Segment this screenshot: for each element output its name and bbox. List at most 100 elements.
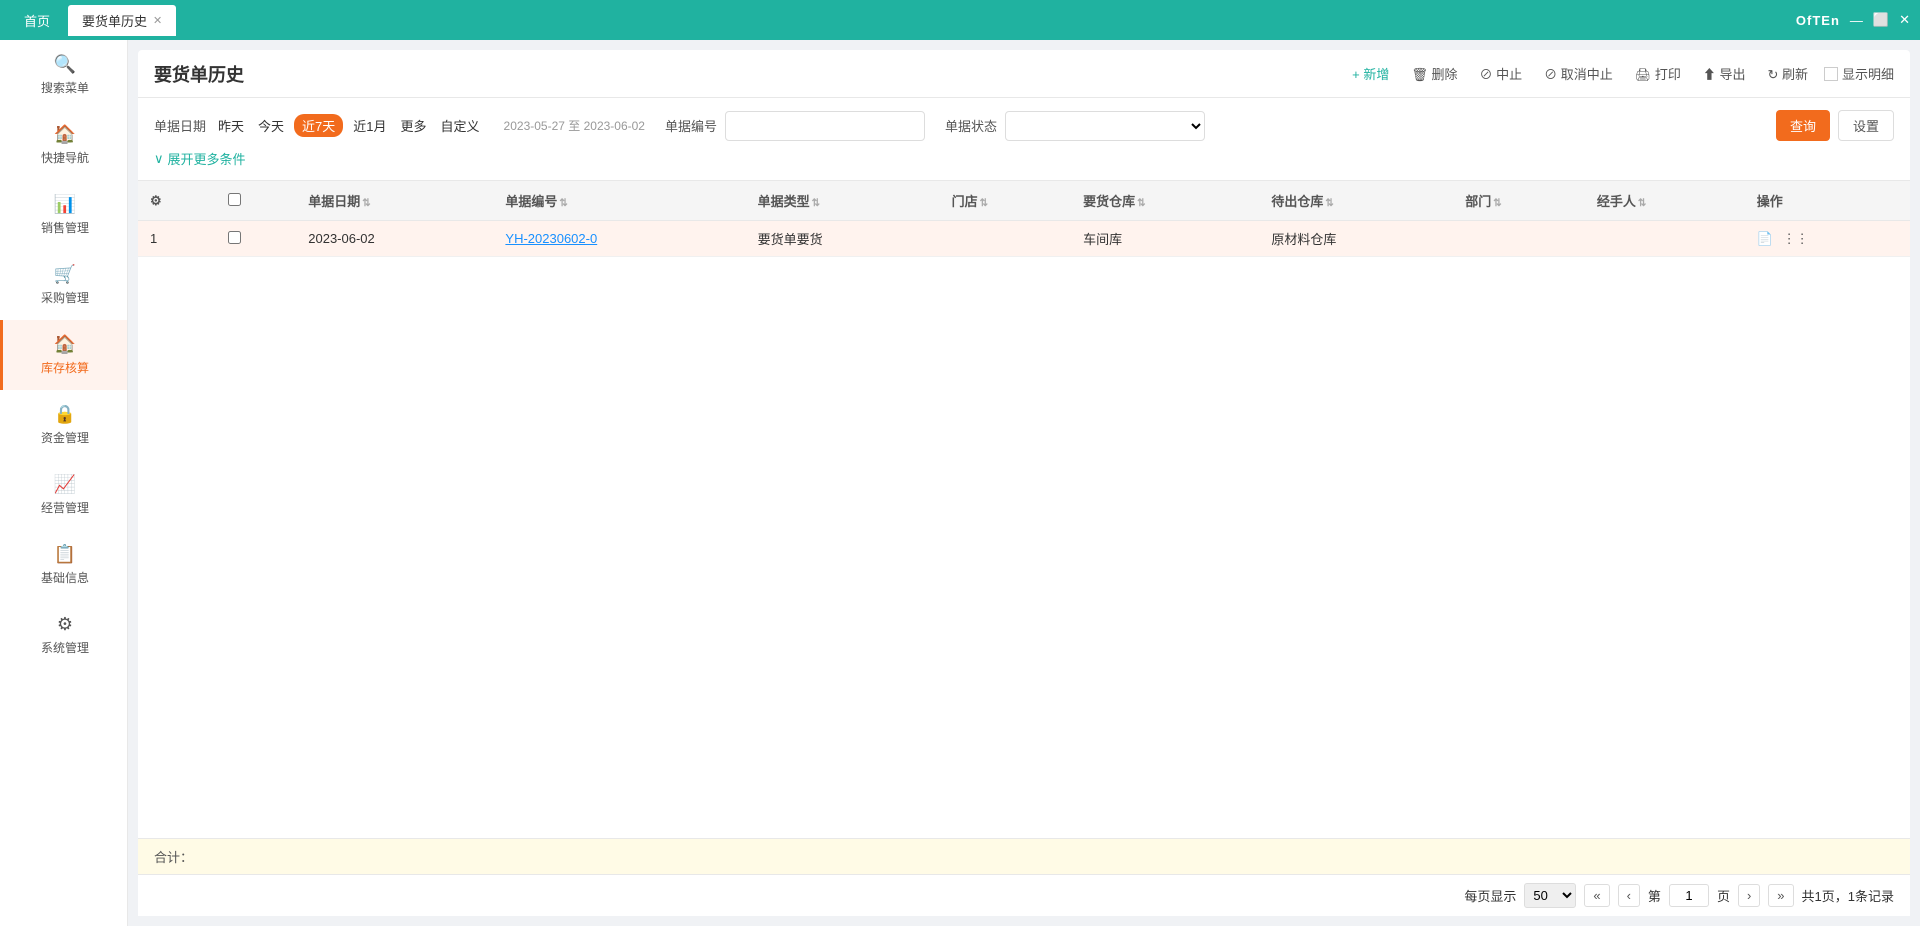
- sales-icon: 📊: [54, 194, 76, 215]
- minimize-btn[interactable]: —: [1850, 13, 1863, 28]
- main-content-wrapper: 要货单历史 + 新增 🗑 删除 ⊘ 中止 ⊘ 取消中止 🖨 打印 ⬆ 导出 ↻ …: [138, 50, 1910, 916]
- stop-button[interactable]: ⊘ 中止: [1473, 60, 1528, 87]
- first-page-btn[interactable]: «: [1584, 884, 1609, 907]
- query-button[interactable]: 查询: [1776, 110, 1830, 141]
- page-header: 要货单历史 + 新增 🗑 删除 ⊘ 中止 ⊘ 取消中止 🖨 打印 ⬆ 导出 ↻ …: [138, 50, 1910, 98]
- sort-handler-icon[interactable]: ⇅: [1638, 198, 1646, 209]
- page-title: 要货单历史: [154, 61, 244, 87]
- date-filter: 单据日期 昨天 今天 近7天 近1月 更多 自定义: [154, 114, 484, 137]
- edit-action-icon[interactable]: 📄: [1757, 231, 1773, 246]
- date-quick-btns: 昨天 今天 近7天 近1月 更多 自定义: [214, 114, 484, 137]
- last-page-btn[interactable]: »: [1768, 884, 1793, 907]
- cancel-stop-button[interactable]: ⊘ 取消中止: [1538, 60, 1619, 87]
- date-range-text: 2023-05-27 至 2023-06-02: [504, 117, 645, 134]
- refresh-button[interactable]: ↻ 刷新: [1761, 60, 1814, 87]
- show-detail-text: 显示明细: [1842, 64, 1894, 83]
- cell-store: [940, 221, 1072, 257]
- sidebar-item-inventory-label: 库存核算: [41, 359, 89, 376]
- th-number: 单据编号⇅: [493, 181, 745, 221]
- next-page-btn[interactable]: ›: [1738, 884, 1760, 907]
- doc-number-input[interactable]: [725, 111, 925, 141]
- more-action-icon[interactable]: ⋮⋮: [1783, 231, 1809, 246]
- status-select[interactable]: [1005, 111, 1205, 141]
- date-btn-1month[interactable]: 近1月: [349, 114, 390, 137]
- date-btn-more[interactable]: 更多: [397, 114, 431, 137]
- settings-button[interactable]: 设置: [1838, 110, 1894, 141]
- sidebar-item-basic[interactable]: 📋 基础信息: [0, 530, 127, 600]
- th-action: 操作: [1745, 181, 1910, 221]
- th-store: 门店⇅: [940, 181, 1072, 221]
- date-btn-yesterday[interactable]: 昨天: [214, 114, 248, 137]
- sort-number-icon[interactable]: ⇅: [559, 198, 567, 209]
- sidebar-item-finance[interactable]: 🔒 资金管理: [0, 390, 127, 460]
- sidebar-item-purchase-label: 采购管理: [41, 289, 89, 306]
- row-checkbox[interactable]: [228, 231, 241, 244]
- sidebar-item-sales[interactable]: 📊 销售管理: [0, 180, 127, 250]
- sidebar-item-search[interactable]: 🔍 搜索菜单: [0, 40, 127, 110]
- pagination-bar: 每页显示 102050100 « ‹ 第 页 › » 共1页，1条记录: [138, 874, 1910, 916]
- delete-button[interactable]: 🗑 删除: [1405, 60, 1463, 87]
- sort-dept-icon[interactable]: ⇅: [1493, 198, 1501, 209]
- th-checkbox: [216, 181, 297, 221]
- cell-date: 2023-06-02: [296, 221, 493, 257]
- operation-icon: 📈: [54, 474, 76, 495]
- finance-icon: 🔒: [54, 404, 76, 425]
- select-all-checkbox[interactable]: [228, 193, 241, 206]
- top-bar-right: OfTEn — ⬜ ✕: [1796, 12, 1910, 28]
- tab-home-label: 首页: [24, 11, 50, 30]
- expand-chevron-icon: ∨: [154, 151, 164, 167]
- show-detail-label[interactable]: 显示明细: [1824, 64, 1894, 83]
- sidebar-item-inventory[interactable]: 🏠 库存核算: [0, 320, 127, 390]
- doc-number-link[interactable]: YH-20230602-0: [505, 231, 597, 246]
- print-button[interactable]: 🖨 打印: [1629, 60, 1687, 87]
- expand-label: 展开更多条件: [168, 149, 246, 168]
- sidebar-item-purchase[interactable]: 🛒 采购管理: [0, 250, 127, 320]
- settings-col-icon[interactable]: ⚙: [150, 193, 162, 208]
- th-settings: ⚙: [138, 181, 216, 221]
- sort-store-icon[interactable]: ⇅: [980, 198, 988, 209]
- add-button[interactable]: + 新增: [1346, 60, 1395, 87]
- sidebar: 🔍 搜索菜单 🏠 快捷导航 📊 销售管理 🛒 采购管理 🏠 库存核算 🔒 资金管…: [0, 40, 128, 926]
- date-btn-today[interactable]: 今天: [254, 114, 288, 137]
- basic-icon: 📋: [54, 544, 76, 565]
- show-detail-checkbox[interactable]: [1824, 67, 1838, 81]
- page-suffix: 页: [1717, 886, 1730, 905]
- filter-row-1: 单据日期 昨天 今天 近7天 近1月 更多 自定义 2023-05-27 至 2…: [154, 110, 1894, 141]
- th-dept: 部门⇅: [1453, 181, 1585, 221]
- date-btn-custom[interactable]: 自定义: [437, 114, 484, 137]
- sidebar-item-quicknav[interactable]: 🏠 快捷导航: [0, 110, 127, 180]
- tab-home[interactable]: 首页: [10, 5, 64, 36]
- date-btn-7days[interactable]: 近7天: [294, 114, 343, 137]
- cell-handler: [1585, 221, 1745, 257]
- cell-dept: [1453, 221, 1585, 257]
- purchase-icon: 🛒: [54, 264, 76, 285]
- cell-pending-warehouse: 原材料仓库: [1259, 221, 1453, 257]
- prev-page-btn[interactable]: ‹: [1618, 884, 1640, 907]
- sort-date-icon[interactable]: ⇅: [362, 198, 370, 209]
- tab-close-icon[interactable]: ✕: [153, 14, 162, 27]
- page-input[interactable]: [1669, 884, 1709, 907]
- sidebar-item-quicknav-label: 快捷导航: [41, 149, 89, 166]
- content-area: 要货单历史 + 新增 🗑 删除 ⊘ 中止 ⊘ 取消中止 🖨 打印 ⬆ 导出 ↻ …: [128, 40, 1920, 926]
- sort-pending-icon[interactable]: ⇅: [1325, 198, 1333, 209]
- search-menu-icon: 🔍: [54, 54, 76, 75]
- per-page-select[interactable]: 102050100: [1524, 883, 1576, 908]
- header-actions: + 新增 🗑 删除 ⊘ 中止 ⊘ 取消中止 🖨 打印 ⬆ 导出 ↻ 刷新 显示明…: [1346, 60, 1894, 87]
- sidebar-item-system[interactable]: ⚙ 系统管理: [0, 600, 127, 670]
- sort-type-icon[interactable]: ⇅: [812, 198, 820, 209]
- home-icon: 🏠: [54, 124, 76, 145]
- doc-number-label: 单据编号: [665, 116, 717, 135]
- tab-active[interactable]: 要货单历史 ✕: [68, 5, 176, 36]
- th-pending-warehouse: 待出仓库⇅: [1259, 181, 1453, 221]
- expand-more-btn[interactable]: ∨ 展开更多条件: [154, 149, 1894, 168]
- sidebar-item-operation[interactable]: 📈 经营管理: [0, 460, 127, 530]
- table-footer: 合计：: [138, 838, 1910, 874]
- sidebar-item-finance-label: 资金管理: [41, 429, 89, 446]
- window-close-btn[interactable]: ✕: [1899, 12, 1910, 28]
- sort-req-icon[interactable]: ⇅: [1137, 198, 1145, 209]
- export-button[interactable]: ⬆ 导出: [1697, 60, 1752, 87]
- sidebar-item-operation-label: 经营管理: [41, 499, 89, 516]
- total-info: 共1页，1条记录: [1802, 886, 1894, 905]
- inventory-icon: 🏠: [54, 334, 76, 355]
- maximize-btn[interactable]: ⬜: [1873, 12, 1889, 28]
